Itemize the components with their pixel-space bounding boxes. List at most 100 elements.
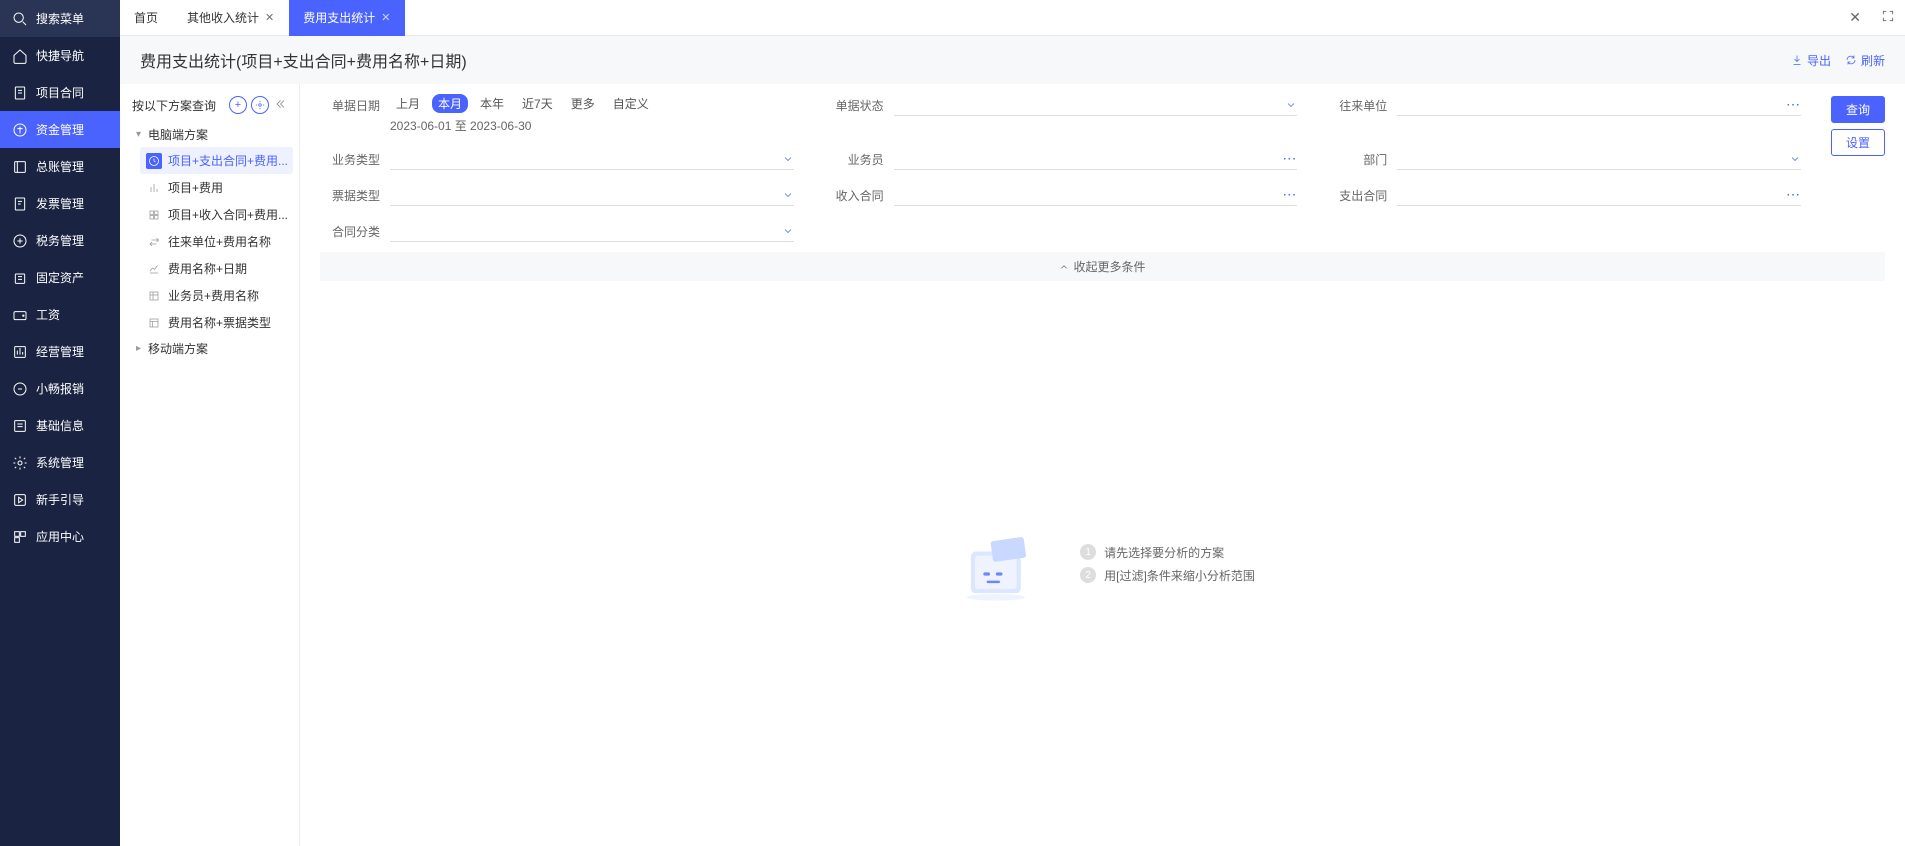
tab-home[interactable]: 首页 bbox=[120, 0, 173, 36]
scheme-item[interactable]: 业务员+费用名称 bbox=[140, 282, 293, 309]
close-icon[interactable]: ✕ bbox=[381, 11, 390, 24]
filter-panel: 单据日期 上月 本月 本年 近7天 更多 自定义 20 bbox=[300, 84, 1905, 281]
date-opt-custom[interactable]: 自定义 bbox=[607, 94, 655, 113]
date-range-text: 2023-06-01 至 2023-06-30 bbox=[390, 117, 794, 134]
home-icon bbox=[12, 48, 28, 64]
chevron-right-icon: ▸ bbox=[136, 343, 148, 354]
filter-label-biz-type: 业务类型 bbox=[320, 148, 380, 168]
date-opt-last-month[interactable]: 上月 bbox=[390, 94, 426, 113]
department-select[interactable] bbox=[1397, 148, 1801, 170]
tab-label: 其他收入统计 bbox=[187, 9, 259, 26]
sidebar-item-expense[interactable]: 小畅报销 bbox=[0, 370, 120, 407]
scheme-item-label: 费用名称+日期 bbox=[168, 260, 247, 277]
bill-type-select[interactable] bbox=[390, 184, 794, 206]
sidebar-label: 搜索菜单 bbox=[36, 10, 84, 27]
more-icon: ⋯ bbox=[1282, 150, 1297, 167]
sidebar-item-search[interactable]: 搜索菜单 bbox=[0, 0, 120, 37]
tab-expense-stats[interactable]: 费用支出统计✕ bbox=[289, 0, 405, 36]
scheme-item-label: 业务员+费用名称 bbox=[168, 287, 259, 304]
swap-icon bbox=[146, 234, 162, 250]
sidebar-item-ledger[interactable]: 总账管理 bbox=[0, 148, 120, 185]
page-title: 费用支出统计(项目+支出合同+费用名称+日期) bbox=[140, 48, 467, 72]
line-chart-icon bbox=[146, 261, 162, 277]
scheme-item[interactable]: 费用名称+日期 bbox=[140, 255, 293, 282]
sidebar-item-tax[interactable]: 税务管理 bbox=[0, 222, 120, 259]
sidebar-item-appcenter[interactable]: 应用中心 bbox=[0, 518, 120, 555]
empty-step-2: 用[过滤]条件来缩小分析范围 bbox=[1104, 567, 1255, 584]
export-button[interactable]: 导出 bbox=[1791, 52, 1831, 69]
scheme-item[interactable]: 费用名称+票据类型 bbox=[140, 309, 293, 336]
search-button[interactable]: 查询 bbox=[1831, 96, 1885, 123]
tab-label: 首页 bbox=[134, 9, 158, 26]
receipt-status-select[interactable] bbox=[894, 94, 1298, 116]
page-header: 费用支出统计(项目+支出合同+费用名称+日期) 导出 刷新 bbox=[120, 36, 1905, 84]
collapse-filters-button[interactable]: 收起更多条件 bbox=[320, 252, 1885, 281]
tree-group-label: 电脑端方案 bbox=[148, 126, 208, 143]
filter-label-receipt-status: 单据状态 bbox=[824, 94, 884, 114]
list-icon bbox=[12, 418, 28, 434]
gear-icon bbox=[12, 455, 28, 471]
sidebar-item-basic[interactable]: 基础信息 bbox=[0, 407, 120, 444]
clock-icon bbox=[146, 153, 162, 169]
scheme-item-label: 项目+费用 bbox=[168, 179, 223, 196]
income-contract-lookup[interactable]: ⋯ bbox=[894, 184, 1298, 206]
salesperson-lookup[interactable]: ⋯ bbox=[894, 148, 1298, 170]
chevron-up-icon bbox=[1059, 262, 1069, 272]
grid-icon bbox=[146, 207, 162, 223]
sidebar-item-system[interactable]: 系统管理 bbox=[0, 444, 120, 481]
close-icon[interactable]: ✕ bbox=[265, 11, 274, 24]
tax-icon bbox=[12, 233, 28, 249]
layout-icon bbox=[146, 315, 162, 331]
tabs-close-all[interactable]: ✕ bbox=[1839, 9, 1871, 26]
date-opt-7days[interactable]: 近7天 bbox=[516, 94, 559, 113]
sidebar-item-funds[interactable]: 资金管理 bbox=[0, 111, 120, 148]
play-icon bbox=[12, 492, 28, 508]
sidebar-label: 税务管理 bbox=[36, 232, 84, 249]
scheme-item[interactable]: 项目+支出合同+费用... bbox=[140, 147, 293, 174]
building-icon bbox=[12, 270, 28, 286]
coin-icon bbox=[12, 381, 28, 397]
tree-group-desktop[interactable]: ▾电脑端方案 bbox=[126, 122, 293, 147]
tree-group-mobile[interactable]: ▸移动端方案 bbox=[126, 336, 293, 361]
sidebar-label: 固定资产 bbox=[36, 269, 84, 286]
sidebar-item-guide[interactable]: 新手引导 bbox=[0, 481, 120, 518]
expense-contract-lookup[interactable]: ⋯ bbox=[1397, 184, 1801, 206]
refresh-button[interactable]: 刷新 bbox=[1845, 52, 1885, 69]
fullscreen-button[interactable] bbox=[1871, 9, 1905, 26]
biz-type-select[interactable] bbox=[390, 148, 794, 170]
tab-other-income[interactable]: 其他收入统计 ✕ bbox=[173, 0, 289, 36]
tree-group-label: 移动端方案 bbox=[148, 340, 208, 357]
scheme-item[interactable]: 往来单位+费用名称 bbox=[140, 228, 293, 255]
sidebar-label: 基础信息 bbox=[36, 417, 84, 434]
filter-label-receipt-date: 单据日期 bbox=[320, 94, 380, 114]
sidebar-label: 项目合同 bbox=[36, 84, 84, 101]
filter-label-salesperson: 业务员 bbox=[824, 148, 884, 168]
scheme-settings-button[interactable] bbox=[251, 96, 269, 114]
empty-illustration-icon bbox=[950, 514, 1050, 614]
contract-class-select[interactable] bbox=[390, 220, 794, 242]
sidebar-item-salary[interactable]: 工资 bbox=[0, 296, 120, 333]
sidebar: 搜索菜单 快捷导航 项目合同 资金管理 总账管理 发票管理 税务管理 固定资产 … bbox=[0, 0, 120, 846]
more-icon: ⋯ bbox=[1282, 186, 1297, 203]
scheme-item[interactable]: 项目+费用 bbox=[140, 174, 293, 201]
sidebar-item-quicknav[interactable]: 快捷导航 bbox=[0, 37, 120, 74]
sidebar-item-assets[interactable]: 固定资产 bbox=[0, 259, 120, 296]
sidebar-label: 经营管理 bbox=[36, 343, 84, 360]
sidebar-item-operation[interactable]: 经营管理 bbox=[0, 333, 120, 370]
unit-lookup[interactable]: ⋯ bbox=[1397, 94, 1801, 116]
settings-button[interactable]: 设置 bbox=[1831, 129, 1885, 156]
collapse-label: 收起更多条件 bbox=[1073, 258, 1145, 275]
scheme-item[interactable]: 项目+收入合同+费用... bbox=[140, 201, 293, 228]
add-scheme-button[interactable]: + bbox=[229, 96, 247, 114]
sidebar-item-invoice[interactable]: 发票管理 bbox=[0, 185, 120, 222]
sidebar-label: 发票管理 bbox=[36, 195, 84, 212]
date-opt-this-year[interactable]: 本年 bbox=[474, 94, 510, 113]
book-icon bbox=[12, 159, 28, 175]
collapse-panel-button[interactable] bbox=[273, 97, 287, 114]
scheme-item-label: 往来单位+费用名称 bbox=[168, 233, 271, 250]
sidebar-label: 新手引导 bbox=[36, 491, 84, 508]
sidebar-label: 总账管理 bbox=[36, 158, 84, 175]
date-opt-this-month[interactable]: 本月 bbox=[432, 94, 468, 113]
sidebar-item-contract[interactable]: 项目合同 bbox=[0, 74, 120, 111]
date-opt-more[interactable]: 更多 bbox=[565, 94, 601, 113]
